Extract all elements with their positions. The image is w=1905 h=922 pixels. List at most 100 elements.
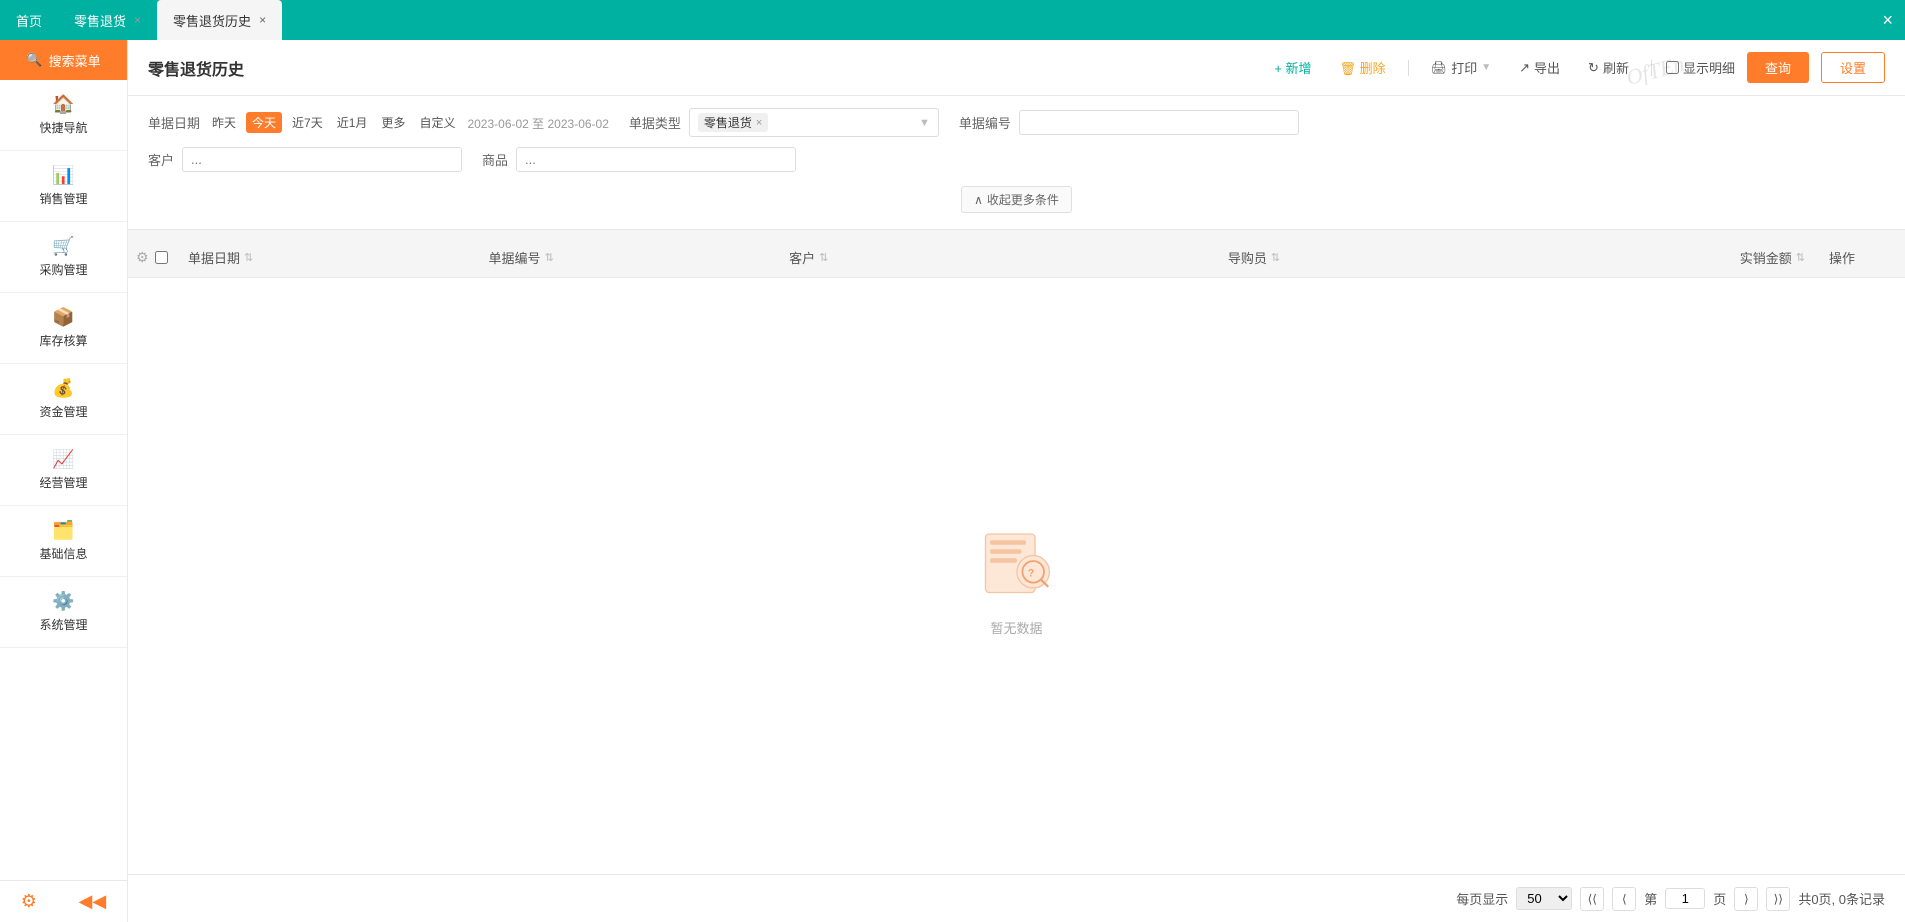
doc-type-select-inner: 零售退货 × xyxy=(698,113,768,132)
system-icon: ⚙️ xyxy=(52,591,74,612)
doc-type-tag-close[interactable]: × xyxy=(756,117,762,129)
customer-input[interactable] xyxy=(182,147,462,172)
prev-page-btn[interactable]: ⟨ xyxy=(1612,887,1636,911)
page-title: 零售退货历史 xyxy=(148,56,244,80)
col-guide: 导购员 ⇅ xyxy=(1216,248,1517,267)
page-input[interactable] xyxy=(1665,888,1705,909)
main-layout: 🔍 搜索菜单 🏠 快捷导航 📊 销售管理 🛒 采购管理 📦 库存核算 💰 资金管… xyxy=(0,40,1905,922)
page-label: 第 xyxy=(1644,889,1657,908)
refresh-button[interactable]: ↻ 刷新 xyxy=(1580,54,1637,81)
print-icon: 🖨 xyxy=(1431,60,1448,76)
new-button[interactable]: + 新增 xyxy=(1266,54,1319,81)
chevron-down-icon: ▼ xyxy=(919,117,930,129)
sidebar-item-label: 销售管理 xyxy=(39,190,87,207)
tab-retail-return-history-close[interactable]: × xyxy=(259,13,266,27)
first-page-btn[interactable]: ⟨⟨ xyxy=(1580,887,1604,911)
window-close-button[interactable]: × xyxy=(1882,10,1893,31)
delete-button[interactable]: 🗑 删除 xyxy=(1332,54,1394,81)
tab-retail-return-close[interactable]: × xyxy=(134,13,141,27)
select-all-checkbox[interactable] xyxy=(155,251,168,264)
col-customer: 客户 ⇅ xyxy=(777,248,1216,267)
tab-retail-return[interactable]: 零售退货 × xyxy=(58,0,157,40)
print-button[interactable]: 🖨 🖨 打印 打印 ▼ xyxy=(1423,54,1499,81)
empty-icon: ? xyxy=(972,516,1062,606)
table-body: ? 暂无数据 xyxy=(128,278,1905,874)
filter-row-2: 客户 商品 xyxy=(148,147,1885,172)
home-icon: 🏠 xyxy=(52,94,74,115)
finance-icon: 💰 xyxy=(52,378,74,399)
tab-home[interactable]: 首页 xyxy=(0,0,58,40)
empty-state: ? 暂无数据 xyxy=(972,516,1062,637)
date-range-display: 2023-06-02 至 2023-06-02 xyxy=(467,115,608,132)
sidebar-item-sales[interactable]: 📊 销售管理 xyxy=(0,151,127,222)
sidebar-item-quicknav[interactable]: 🏠 快捷导航 xyxy=(0,80,127,151)
export-button[interactable]: ↗ 导出 xyxy=(1511,54,1568,81)
sidebar-search[interactable]: 🔍 搜索菜单 xyxy=(0,40,127,80)
sidebar-search-label: 搜索菜单 xyxy=(49,51,101,70)
date-custom[interactable]: 自定义 xyxy=(415,112,459,133)
operations-icon: 📈 xyxy=(52,449,74,470)
toolbar: + 新增 🗑 删除 🖨 🖨 打印 打印 ▼ ↗ 导出 ↻ 刷新 xyxy=(1266,52,1885,83)
sidebar-item-label: 系统管理 xyxy=(39,616,87,633)
sort-amount-icon[interactable]: ⇅ xyxy=(1796,251,1805,264)
page-header: 零售退货历史 + 新增 🗑 删除 🖨 🖨 打印 打印 ▼ ↗ 导出 ↻ 刷新 xyxy=(128,40,1905,96)
customer-filter: 客户 xyxy=(148,147,462,172)
doc-number-filter: 单据编号 xyxy=(959,110,1299,135)
collapse-button[interactable]: ∧ 收起更多条件 xyxy=(961,186,1072,213)
sort-customer-icon[interactable]: ⇅ xyxy=(819,251,828,264)
refresh-icon: ↻ xyxy=(1588,60,1599,76)
divider2 xyxy=(1651,60,1652,76)
sidebar-item-inventory[interactable]: 📦 库存核算 xyxy=(0,293,127,364)
query-button[interactable]: 查询 xyxy=(1747,52,1809,83)
content-area: 零售退货历史 + 新增 🗑 删除 🖨 🖨 打印 打印 ▼ ↗ 导出 ↻ 刷新 xyxy=(128,40,1905,922)
sidebar-item-label: 资金管理 xyxy=(39,403,87,420)
date-filter-label: 单据日期 xyxy=(148,113,200,132)
sidebar-item-operations[interactable]: 📈 经营管理 xyxy=(0,435,127,506)
date-more[interactable]: 更多 xyxy=(377,112,409,133)
doc-number-input[interactable] xyxy=(1019,110,1299,135)
tab-retail-return-history[interactable]: 零售退货历史 × xyxy=(157,0,282,40)
sidebar-item-finance[interactable]: 💰 资金管理 xyxy=(0,364,127,435)
total-label: 共0页, 0条记录 xyxy=(1798,889,1885,908)
collapse-row: ∧ 收起更多条件 xyxy=(148,182,1885,217)
svg-text:?: ? xyxy=(1027,567,1034,579)
setting-button[interactable]: 设置 xyxy=(1821,52,1885,83)
doc-type-tag: 零售退货 × xyxy=(698,113,768,132)
goods-input[interactable] xyxy=(516,147,796,172)
per-page-select[interactable]: 50 10 20 100 xyxy=(1516,887,1572,910)
settings-col-icon[interactable]: ⚙ xyxy=(136,249,149,266)
settings-bottom-btn[interactable]: ⚙ xyxy=(21,891,37,912)
sidebar-item-system[interactable]: ⚙️ 系统管理 xyxy=(0,577,127,648)
next-page-btn[interactable]: ⟩ xyxy=(1734,887,1758,911)
sort-date-icon[interactable]: ⇅ xyxy=(244,251,253,264)
sort-number-icon[interactable]: ⇅ xyxy=(545,251,554,264)
col-amount: 实销金额 ⇅ xyxy=(1516,248,1817,267)
customer-label: 客户 xyxy=(148,150,174,169)
pagination: 每页显示 50 10 20 100 ⟨⟨ ⟨ 第 页 ⟩ ⟩⟩ 共0页, 0条记… xyxy=(128,874,1905,922)
audio-bottom-btn[interactable]: ◀◀ xyxy=(79,891,107,912)
filter-area: 单据日期 昨天 今天 近7天 近1月 更多 自定义 2023-06-02 至 2… xyxy=(128,96,1905,230)
doc-number-label: 单据编号 xyxy=(959,113,1011,132)
date-1month[interactable]: 近1月 xyxy=(333,112,372,133)
sales-icon: 📊 xyxy=(52,165,74,186)
sort-guide-icon[interactable]: ⇅ xyxy=(1271,251,1280,264)
goods-label: 商品 xyxy=(482,150,508,169)
inventory-icon: 📦 xyxy=(52,307,74,328)
date-7days[interactable]: 近7天 xyxy=(288,112,327,133)
sidebar-item-purchase[interactable]: 🛒 采购管理 xyxy=(0,222,127,293)
date-yesterday[interactable]: 昨天 xyxy=(208,112,240,133)
date-today[interactable]: 今天 xyxy=(246,112,282,133)
display-detail-input[interactable] xyxy=(1666,61,1679,74)
per-page-label: 每页显示 xyxy=(1456,889,1508,908)
doc-type-label: 单据类型 xyxy=(629,113,681,132)
table-header: ⚙ 单据日期 ⇅ 单据编号 ⇅ 客户 ⇅ 导购员 ⇅ xyxy=(128,238,1905,278)
sidebar-item-label: 采购管理 xyxy=(39,261,87,278)
sidebar-item-basic-info[interactable]: 🗂️ 基础信息 xyxy=(0,506,127,577)
last-page-btn[interactable]: ⟩⟩ xyxy=(1766,887,1790,911)
empty-text: 暂无数据 xyxy=(990,618,1042,637)
search-icon: 🔍 xyxy=(26,52,42,68)
doc-type-select[interactable]: 零售退货 × ▼ xyxy=(689,108,939,137)
page-unit: 页 xyxy=(1713,889,1726,908)
display-detail-checkbox[interactable]: 显示明细 xyxy=(1666,58,1735,77)
filter-row-1: 单据日期 昨天 今天 近7天 近1月 更多 自定义 2023-06-02 至 2… xyxy=(148,108,1885,137)
